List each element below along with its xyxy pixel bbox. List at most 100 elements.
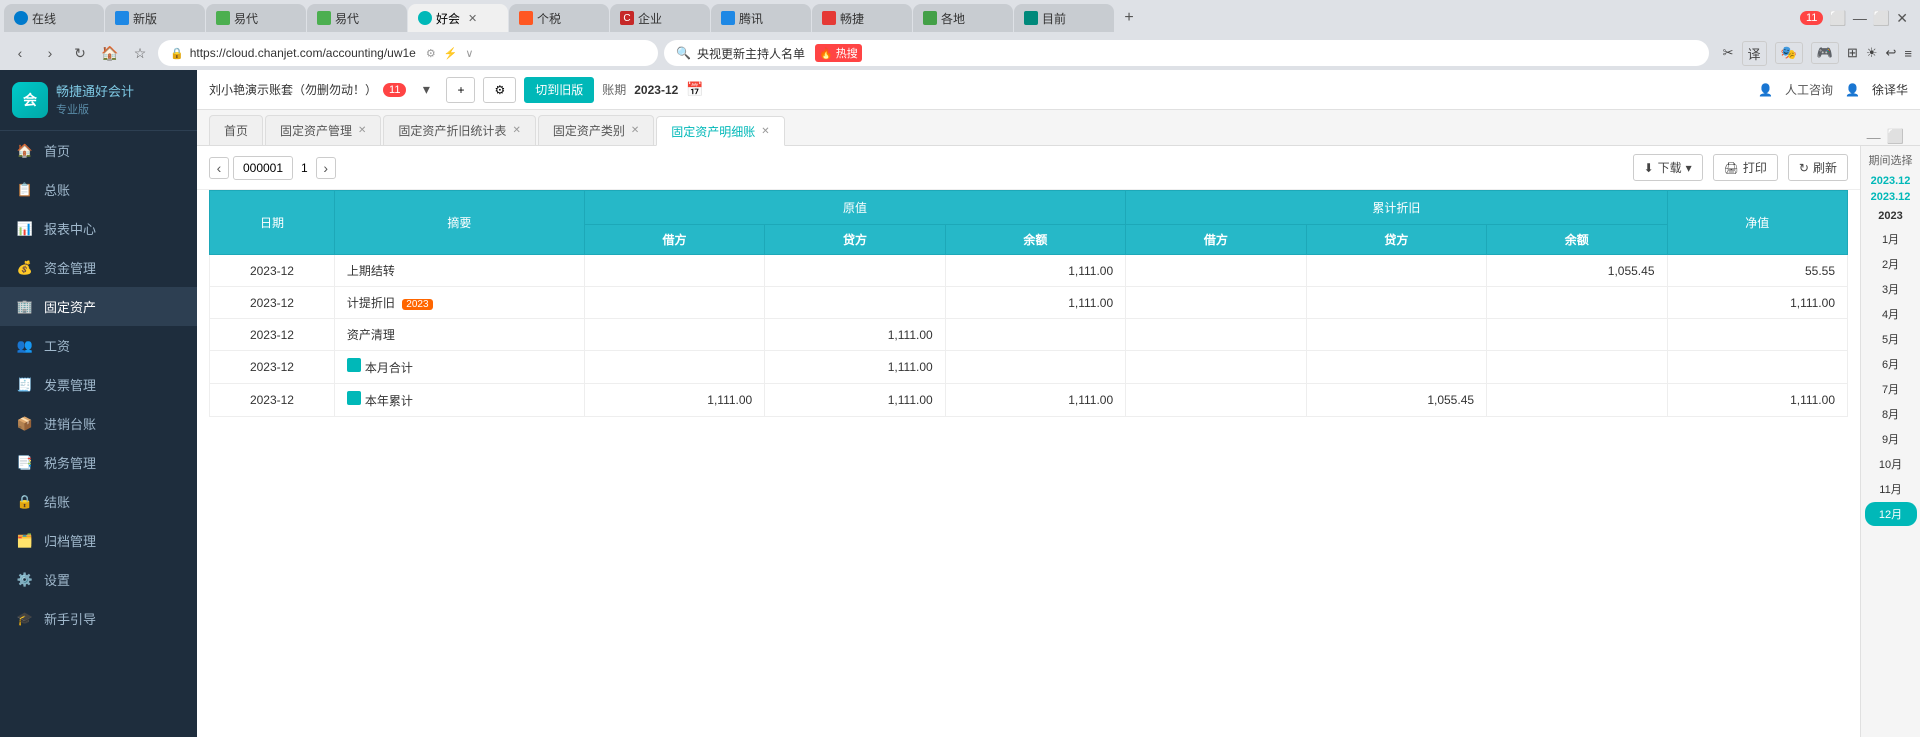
period-item[interactable]: 6月	[1865, 352, 1917, 376]
forward-button[interactable]: ›	[38, 41, 62, 65]
sidebar-item-label: 进销台账	[44, 414, 96, 433]
back-button[interactable]: ‹	[8, 41, 32, 65]
period-item[interactable]: 11月	[1865, 477, 1917, 501]
brightness-icon[interactable]: ☀	[1866, 45, 1878, 61]
data-table-container: 日期 摘要 原值 累计折旧 净值 借方 贷方 余额 借方	[197, 190, 1860, 737]
home-button[interactable]: 🏠	[98, 41, 122, 65]
period-item[interactable]: 3月	[1865, 277, 1917, 301]
download-button[interactable]: ⬇ 下载 ▾	[1633, 154, 1703, 181]
browser-tab-new[interactable]: 新版	[105, 4, 205, 32]
period-item[interactable]: 5月	[1865, 327, 1917, 351]
stock-icon: 📦	[16, 415, 34, 433]
scissors-icon[interactable]: ✂	[1723, 45, 1734, 61]
sidebar-item-close-period[interactable]: 🔒 结账	[0, 482, 197, 521]
grid-icon[interactable]: ⊞	[1847, 45, 1858, 61]
app-tab-home[interactable]: 首页	[209, 115, 263, 145]
menu-icon[interactable]: ≡	[1904, 46, 1912, 61]
settings-round-button[interactable]: ⚙	[483, 77, 516, 103]
sidebar-item-fund[interactable]: 💰 资金管理	[0, 248, 197, 287]
period-label: 账期	[602, 81, 626, 98]
app-tab-bar: 首页 固定资产管理 ✕ 固定资产折旧统计表 ✕ 固定资产类别 ✕ 固定资产明细账…	[197, 110, 1920, 146]
new-tab-button[interactable]: +	[1115, 4, 1143, 32]
browser-tab-online[interactable]: 在线	[4, 4, 104, 32]
tab-label: 好会	[436, 10, 460, 27]
window-maximize-icon[interactable]: ⬜	[1873, 10, 1890, 27]
sidebar-item-label: 工资	[44, 336, 70, 355]
app-tab-asset-category[interactable]: 固定资产类别 ✕	[538, 115, 654, 145]
browser-tab-muqian[interactable]: 目前	[1014, 4, 1114, 32]
gamepad-icon[interactable]: 🎮	[1811, 42, 1839, 64]
browser-tab-qiye[interactable]: C 企业	[610, 4, 710, 32]
cell-acc-debit	[1126, 384, 1306, 417]
period-item[interactable]: 4月	[1865, 302, 1917, 326]
period-title: 期间选择	[1867, 150, 1915, 173]
sidebar-item-home[interactable]: 🏠 首页	[0, 131, 197, 170]
logo-icon: 会	[12, 82, 48, 118]
browser-tab-tengxun[interactable]: 腾讯	[711, 4, 811, 32]
cell-orig-credit: 1,111.00	[765, 319, 945, 351]
browser-tab-changjie[interactable]: 畅捷	[812, 4, 912, 32]
sidebar-item-settings[interactable]: ⚙️ 设置	[0, 560, 197, 599]
sidebar-item-archive[interactable]: 🗂️ 归档管理	[0, 521, 197, 560]
period-item[interactable]: 2023	[1865, 206, 1917, 226]
sidebar-item-report[interactable]: 📊 报表中心	[0, 209, 197, 248]
window-minimize-icon[interactable]: —	[1853, 10, 1867, 26]
panel-minimize-icon[interactable]: —	[1867, 129, 1881, 145]
app-tab-asset-ledger[interactable]: 固定资产明细账 ✕	[656, 116, 784, 146]
tab-close-icon[interactable]: ✕	[512, 125, 520, 136]
refresh-button[interactable]: ↻ 刷新	[1788, 154, 1848, 181]
reload-button[interactable]: ↻	[68, 41, 92, 65]
tab-close-icon[interactable]: ✕	[631, 125, 639, 136]
period-item[interactable]: 7月	[1865, 377, 1917, 401]
period-item[interactable]: 9月	[1865, 427, 1917, 451]
sidebar-item-asset[interactable]: 🏢 固定资产	[0, 287, 197, 326]
tab-close-icon[interactable]: ✕	[358, 125, 366, 136]
switch-version-button[interactable]: 切到旧版	[524, 77, 594, 103]
calendar-icon[interactable]: 📅	[686, 81, 703, 98]
period-item[interactable]: 1月	[1865, 227, 1917, 251]
sidebar-logo: 会 畅捷通好会计 专业版	[0, 70, 197, 131]
sidebar-item-ledger[interactable]: 📋 总账	[0, 170, 197, 209]
add-account-button[interactable]: +	[446, 77, 475, 103]
sidebar-item-invoice[interactable]: 🧾 发票管理	[0, 365, 197, 404]
window-close-icon[interactable]: ✕	[1896, 10, 1908, 27]
sidebar-item-label: 新手引导	[44, 609, 96, 628]
home-icon: 🏠	[16, 142, 34, 160]
app-tab-asset-mgmt[interactable]: 固定资产管理 ✕	[265, 115, 381, 145]
search-bar[interactable]: 🔍 央视更新主持人名单 🔥 热搜	[664, 40, 1709, 66]
tab-close-icon[interactable]: ✕	[761, 126, 769, 137]
browser-tab-geshe[interactable]: 个税	[509, 4, 609, 32]
customer-service-text[interactable]: 人工咨询	[1785, 81, 1833, 98]
next-page-button[interactable]: ›	[316, 157, 336, 179]
asset-code-input[interactable]	[233, 156, 293, 180]
browser-tab-yidai2[interactable]: 易代	[307, 4, 407, 32]
sidebar-item-payroll[interactable]: 👥 工资	[0, 326, 197, 365]
panel-maximize-icon[interactable]: ⬜	[1887, 128, 1904, 145]
sidebar-item-tax[interactable]: 📑 税务管理	[0, 443, 197, 482]
account-dropdown-button[interactable]: ▾	[414, 78, 438, 102]
tab-restore-icon[interactable]: ⬜	[1829, 10, 1846, 27]
period-item[interactable]: 8月	[1865, 402, 1917, 426]
cell-acc-debit	[1126, 287, 1306, 319]
browser-tab-haohui[interactable]: 好会 ✕	[408, 4, 508, 32]
browser-tab-yidai1[interactable]: 易代	[206, 4, 306, 32]
translate-icon[interactable]: 译	[1742, 41, 1767, 66]
app-tab-depreciation[interactable]: 固定资产折旧统计表 ✕	[383, 115, 535, 145]
fund-icon: 💰	[16, 259, 34, 277]
period-item[interactable]: 10月	[1865, 452, 1917, 476]
period-value: 2023-12	[634, 83, 678, 97]
prev-page-button[interactable]: ‹	[209, 157, 229, 179]
tab-label: 企业	[638, 10, 662, 27]
address-input[interactable]: 🔒 https://cloud.chanjet.com/accounting/u…	[158, 40, 658, 66]
history-icon[interactable]: ↩	[1886, 45, 1897, 61]
sidebar-item-guide[interactable]: 🎓 新手引导	[0, 599, 197, 638]
col-date: 日期	[210, 191, 335, 255]
wallet-icon[interactable]: 🎭	[1775, 42, 1803, 64]
period-item[interactable]: 12月	[1865, 502, 1917, 526]
bookmark-button[interactable]: ☆	[128, 41, 152, 65]
period-item[interactable]: 2月	[1865, 252, 1917, 276]
browser-tab-gedi[interactable]: 各地	[913, 4, 1013, 32]
sidebar-item-stock[interactable]: 📦 进销台账	[0, 404, 197, 443]
print-button[interactable]: 🖨 打印	[1713, 154, 1778, 181]
tab-close-icon[interactable]: ✕	[468, 12, 477, 25]
